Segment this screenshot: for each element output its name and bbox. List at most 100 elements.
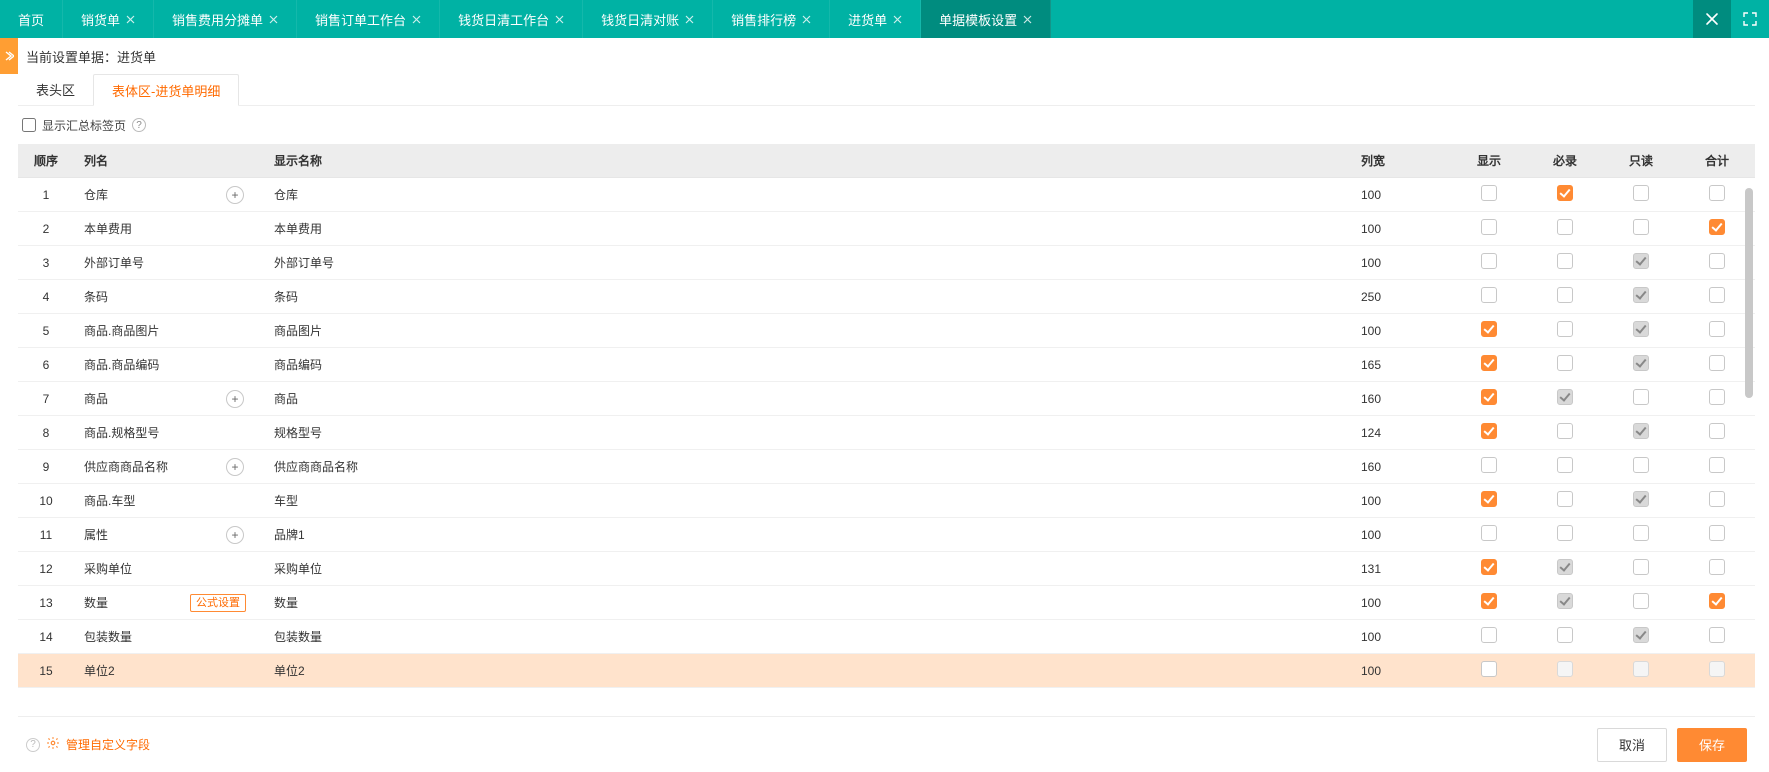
close-icon[interactable] [685,15,694,24]
checkbox[interactable] [1557,355,1573,371]
table-row[interactable]: 12采购单位采购单位131 [18,552,1755,586]
manage-custom-fields-link[interactable]: ? 管理自定义字段 [26,736,150,753]
checkbox[interactable] [1557,627,1573,643]
checkbox[interactable] [1557,253,1573,269]
checkbox[interactable] [1709,219,1725,235]
table-row[interactable]: 7商品+商品160 [18,382,1755,416]
checkbox[interactable] [1557,185,1573,201]
checkbox[interactable] [1557,491,1573,507]
table-row[interactable]: 13数量公式设置数量100 [18,586,1755,620]
cell-display[interactable]: 包装数量 [264,620,1351,654]
cell-display[interactable]: 本单费用 [264,212,1351,246]
cell-display[interactable]: 供应商商品名称 [264,450,1351,484]
table-row[interactable]: 15单位2单位2100 [18,654,1755,688]
add-icon[interactable]: + [226,458,244,476]
cell-display[interactable]: 仓库 [264,178,1351,212]
formula-tag[interactable]: 公式设置 [190,594,246,612]
cell-display[interactable]: 商品 [264,382,1351,416]
table-row[interactable]: 8商品.规格型号规格型号124 [18,416,1755,450]
sub-tab[interactable]: 表头区 [18,74,93,105]
cell-width[interactable]: 100 [1351,246,1451,280]
checkbox[interactable] [1481,559,1497,575]
cell-display[interactable]: 车型 [264,484,1351,518]
checkbox[interactable] [1709,287,1725,303]
table-row[interactable]: 4条码条码250 [18,280,1755,314]
close-icon[interactable] [802,15,811,24]
cell-width[interactable]: 100 [1351,654,1451,688]
top-tab[interactable]: 销货单 [63,0,154,38]
checkbox[interactable] [1481,185,1497,201]
close-all-tabs-icon[interactable] [1693,0,1731,38]
add-icon[interactable]: + [226,186,244,204]
table-viewport[interactable]: 顺序 列名 显示名称 列宽 显示 必录 只读 合计 1仓库+仓库1002本单费用… [18,144,1755,716]
table-row[interactable]: 11属性+品牌1100 [18,518,1755,552]
checkbox[interactable] [1557,219,1573,235]
checkbox[interactable] [1557,457,1573,473]
save-button[interactable]: 保存 [1677,728,1747,762]
cell-display[interactable]: 单位2 [264,654,1351,688]
cell-width[interactable]: 100 [1351,518,1451,552]
checkbox[interactable] [1709,627,1725,643]
checkbox[interactable] [1557,423,1573,439]
checkbox[interactable] [1633,185,1649,201]
cell-display[interactable]: 品牌1 [264,518,1351,552]
cell-width[interactable]: 250 [1351,280,1451,314]
cell-width[interactable]: 160 [1351,450,1451,484]
checkbox[interactable] [1481,457,1497,473]
add-icon[interactable]: + [226,390,244,408]
close-icon[interactable] [893,15,902,24]
cell-width[interactable]: 100 [1351,314,1451,348]
cell-width[interactable]: 160 [1351,382,1451,416]
checkbox[interactable] [1633,525,1649,541]
checkbox[interactable] [1481,287,1497,303]
vertical-scrollbar[interactable] [1745,188,1753,398]
checkbox[interactable] [1709,525,1725,541]
checkbox[interactable] [1481,389,1497,405]
cancel-button[interactable]: 取消 [1597,728,1667,762]
show-summary-checkbox[interactable] [22,118,36,132]
table-row[interactable]: 5商品.商品图片商品图片100 [18,314,1755,348]
top-tab[interactable]: 钱货日清对账 [583,0,713,38]
cell-width[interactable]: 100 [1351,620,1451,654]
top-tab[interactable]: 进货单 [830,0,921,38]
checkbox[interactable] [1481,593,1497,609]
checkbox[interactable] [1557,321,1573,337]
checkbox[interactable] [1481,355,1497,371]
close-icon[interactable] [1023,15,1032,24]
help-icon[interactable]: ? [132,118,146,132]
cell-display[interactable]: 商品图片 [264,314,1351,348]
close-icon[interactable] [412,15,421,24]
checkbox[interactable] [1709,185,1725,201]
top-tab[interactable]: 首页 [0,0,63,38]
checkbox[interactable] [1633,389,1649,405]
checkbox[interactable] [1481,525,1497,541]
checkbox[interactable] [1709,355,1725,371]
cell-display[interactable]: 外部订单号 [264,246,1351,280]
checkbox[interactable] [1633,219,1649,235]
cell-width[interactable]: 100 [1351,586,1451,620]
checkbox[interactable] [1709,457,1725,473]
cell-width[interactable]: 100 [1351,484,1451,518]
cell-width[interactable]: 165 [1351,348,1451,382]
checkbox[interactable] [1709,593,1725,609]
checkbox[interactable] [1481,627,1497,643]
checkbox[interactable] [1709,389,1725,405]
checkbox[interactable] [1709,423,1725,439]
checkbox[interactable] [1481,219,1497,235]
checkbox[interactable] [1709,253,1725,269]
table-row[interactable]: 9供应商商品名称+供应商商品名称160 [18,450,1755,484]
top-tab[interactable]: 销售排行榜 [713,0,830,38]
cell-width[interactable]: 131 [1351,552,1451,586]
checkbox[interactable] [1633,457,1649,473]
add-icon[interactable]: + [226,526,244,544]
close-icon[interactable] [126,15,135,24]
checkbox[interactable] [1557,525,1573,541]
top-tab[interactable]: 单据模板设置 [921,0,1051,38]
cell-display[interactable]: 数量 [264,586,1351,620]
cell-display[interactable]: 条码 [264,280,1351,314]
cell-display[interactable]: 规格型号 [264,416,1351,450]
checkbox[interactable] [1633,559,1649,575]
checkbox[interactable] [1709,491,1725,507]
checkbox[interactable] [1481,321,1497,337]
checkbox[interactable] [1709,321,1725,337]
